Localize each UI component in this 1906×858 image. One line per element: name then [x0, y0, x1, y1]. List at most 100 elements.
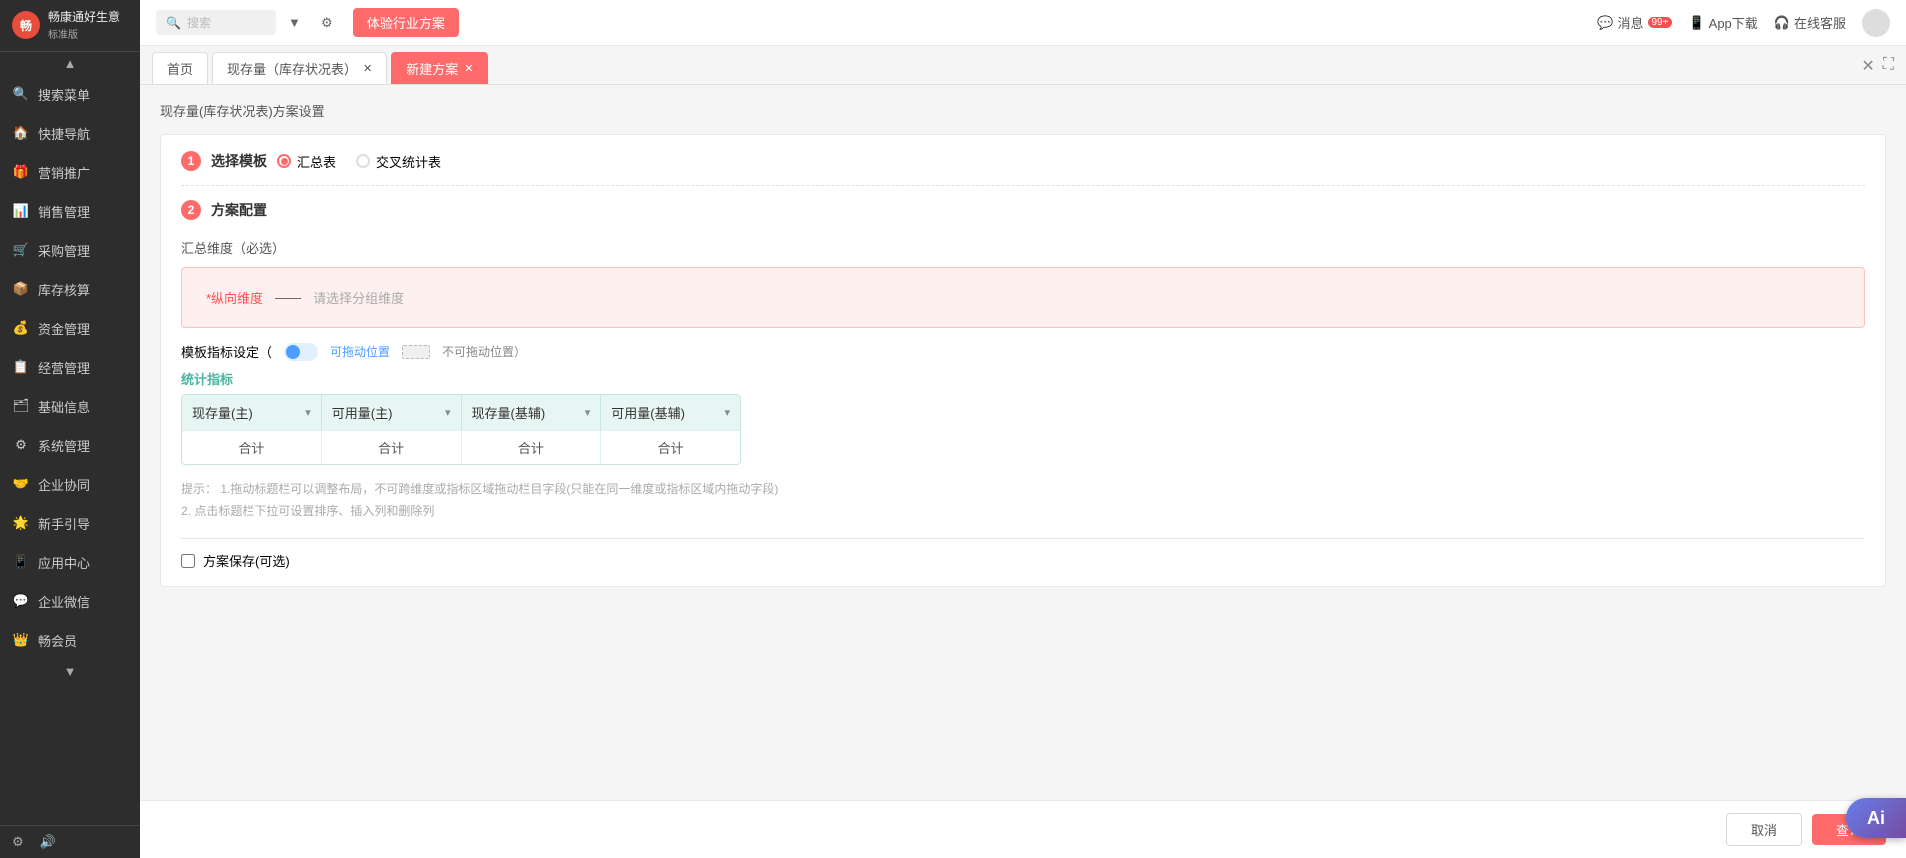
radio-cross-circle [356, 154, 370, 168]
stats-cell-1: 合计 [322, 431, 462, 464]
sidebar-item-inventory[interactable]: 📦 库存核算 [0, 270, 140, 309]
inventory-icon: 📦 [12, 280, 30, 298]
stats-table-header: 现存量(主) ▾ 可用量(主) ▾ 现存量(基辅) ▾ 可用量(基辅) [182, 395, 740, 430]
system-icon: ⚙ [12, 436, 30, 454]
dimension-required-mark: *纵向维度 [206, 288, 263, 307]
save-option-checkbox[interactable] [181, 554, 195, 568]
sidebar-item-purchase[interactable]: 🛒 采购管理 [0, 231, 140, 270]
tab-home[interactable]: 首页 [152, 52, 208, 84]
col3-chevron[interactable]: ▾ [724, 406, 730, 419]
sidebar-logo: 畅 畅康通好生意 标准版 [0, 0, 140, 52]
message-btn[interactable]: 💬 消息 99+ [1597, 13, 1672, 32]
speaker-icon[interactable]: 🔊 [40, 834, 56, 850]
wechat-icon: 💬 [12, 592, 30, 610]
settings-icon[interactable]: ⚙ [12, 834, 24, 850]
topbar-gear-icon[interactable]: ⚙ [313, 9, 341, 37]
sidebar-item-member[interactable]: 👑 畅会员 [0, 621, 140, 660]
stats-cell-0: 合计 [182, 431, 322, 464]
sidebar-item-system[interactable]: ⚙ 系统管理 [0, 426, 140, 465]
app-download-icon: 📱 [1688, 15, 1704, 31]
dimension-separator: —— [275, 290, 301, 305]
config-section: 汇总维度（必选） *纵向维度 —— 请选择分组维度 模板指标设定（ 可拖动位置 … [181, 234, 1865, 522]
sidebar-item-app-center[interactable]: 📱 应用中心 [0, 543, 140, 582]
message-icon: 💬 [1597, 15, 1613, 31]
divider-1 [181, 185, 1865, 186]
radio-summary[interactable]: 汇总表 [277, 152, 336, 171]
indicator-label-row: 模板指标设定（ 可拖动位置 不可拖动位置） [181, 342, 1865, 361]
step1-label: 选择模板 [211, 151, 267, 171]
tab-new-scheme[interactable]: 新建方案 ✕ [391, 52, 488, 84]
sidebar-bottom: ⚙ 🔊 [0, 825, 140, 858]
topbar-search-box[interactable]: 🔍 搜索 [156, 10, 276, 35]
online-service-btn[interactable]: 🎧 在线客服 [1774, 13, 1846, 32]
basic-info-icon: 🗂 [12, 397, 30, 415]
industry-btn[interactable]: 体验行业方案 [353, 8, 459, 37]
stats-col-3[interactable]: 可用量(基辅) ▾ [601, 395, 740, 430]
tab-inventory-status[interactable]: 现存量（库存状况表） ✕ [212, 52, 387, 84]
dimension-placeholder: 请选择分组维度 [313, 288, 404, 307]
headset-icon: 🎧 [1774, 15, 1790, 31]
sidebar-item-newbie[interactable]: 🌟 新手引导 [0, 504, 140, 543]
fixed-label: 不可拖动位置） [442, 343, 526, 360]
settings-card: 1 选择模板 汇总表 交叉统计表 2 方案配置 [160, 134, 1886, 587]
col0-chevron[interactable]: ▾ [305, 406, 311, 419]
tabbar: 首页 现存量（库存状况表） ✕ 新建方案 ✕ ✕ ⛶ [140, 46, 1906, 85]
topbar-search-icon: 🔍 [166, 16, 181, 30]
cancel-button[interactable]: 取消 [1726, 813, 1802, 846]
drag-label: 可拖动位置 [330, 343, 390, 360]
topbar-dropdown[interactable]: ▼ [288, 15, 301, 30]
app-download-btn[interactable]: 📱 App下载 [1688, 13, 1757, 32]
tab-expand-icon[interactable]: ⛶ [1883, 56, 1894, 76]
marketing-icon: 🎁 [12, 163, 30, 181]
sidebar-item-search[interactable]: 🔍 搜索菜单 [0, 75, 140, 114]
purchase-icon: 🛒 [12, 241, 30, 259]
step1-number: 1 [181, 151, 201, 171]
topbar: 🔍 搜索 ▼ ⚙ 体验行业方案 💬 消息 99+ 📱 App下载 🎧 在线客服 [140, 0, 1906, 46]
col1-chevron[interactable]: ▾ [445, 406, 451, 419]
step2-label: 方案配置 [211, 200, 267, 220]
sidebar-item-management[interactable]: 📋 经营管理 [0, 348, 140, 387]
stats-title: 统计指标 [181, 369, 1865, 388]
tips-section: 提示： 1.拖动标题栏可以调整布局，不可跨维度或指标区域拖动栏目字段(只能在同一… [181, 479, 1865, 522]
tab-inventory-status-close[interactable]: ✕ [363, 62, 372, 75]
sidebar-scroll-up[interactable]: ▲ [0, 52, 140, 75]
save-option-label: 方案保存(可选) [203, 551, 290, 570]
newbie-icon: 🌟 [12, 514, 30, 532]
sidebar-item-quick-nav[interactable]: 🏠 快捷导航 [0, 114, 140, 153]
tab-new-scheme-close[interactable]: ✕ [464, 62, 473, 75]
sidebar-item-basic-info[interactable]: 🗂 基础信息 [0, 387, 140, 426]
dimension-box: *纵向维度 —— 请选择分组维度 [181, 267, 1865, 328]
step2-number: 2 [181, 200, 201, 220]
topbar-search-placeholder: 搜索 [187, 14, 211, 31]
stats-col-2[interactable]: 现存量(基辅) ▾ [462, 395, 602, 430]
fixed-legend-dot [402, 345, 430, 359]
footer: 取消 查询 [140, 800, 1906, 858]
ai-fab-button[interactable]: Ai [1846, 798, 1906, 838]
template-options: 汇总表 交叉统计表 [277, 152, 441, 171]
sidebar-item-enterprise[interactable]: 🤝 企业协同 [0, 465, 140, 504]
stats-col-1[interactable]: 可用量(主) ▾ [322, 395, 462, 430]
sidebar: 畅 畅康通好生意 标准版 ▲ 🔍 搜索菜单 🏠 快捷导航 🎁 营销推广 📊 销售… [0, 0, 140, 858]
indicator-toggle[interactable] [284, 343, 318, 361]
radio-cross[interactable]: 交叉统计表 [356, 152, 441, 171]
tab-close-all-icon[interactable]: ✕ [1861, 56, 1874, 76]
main-area: 🔍 搜索 ▼ ⚙ 体验行业方案 💬 消息 99+ 📱 App下载 🎧 在线客服 [140, 0, 1906, 858]
sidebar-item-wechat[interactable]: 💬 企业微信 [0, 582, 140, 621]
topbar-right: 💬 消息 99+ 📱 App下载 🎧 在线客服 [1597, 9, 1890, 37]
step1-header: 1 选择模板 汇总表 交叉统计表 [181, 151, 1865, 171]
stats-table: 现存量(主) ▾ 可用量(主) ▾ 现存量(基辅) ▾ 可用量(基辅) [181, 394, 741, 465]
col2-chevron[interactable]: ▾ [585, 406, 591, 419]
stats-cell-2: 合计 [462, 431, 602, 464]
content-area: 现存量(库存状况表)方案设置 1 选择模板 汇总表 交叉统计表 [140, 85, 1906, 800]
tip-line-1: 提示： 1.拖动标题栏可以调整布局，不可跨维度或指标区域拖动栏目字段(只能在同一… [181, 479, 1865, 501]
sidebar-scroll-down[interactable]: ▼ [0, 660, 140, 683]
logo-icon: 畅 [12, 11, 40, 39]
enterprise-icon: 🤝 [12, 475, 30, 493]
stats-col-0[interactable]: 现存量(主) ▾ [182, 395, 322, 430]
sidebar-item-marketing[interactable]: 🎁 营销推广 [0, 153, 140, 192]
sidebar-item-finance[interactable]: 💰 资金管理 [0, 309, 140, 348]
sidebar-item-sales[interactable]: 📊 销售管理 [0, 192, 140, 231]
member-icon: 👑 [12, 631, 30, 649]
stats-table-row: 合计 合计 合计 合计 [182, 430, 740, 464]
user-avatar[interactable] [1862, 9, 1890, 37]
